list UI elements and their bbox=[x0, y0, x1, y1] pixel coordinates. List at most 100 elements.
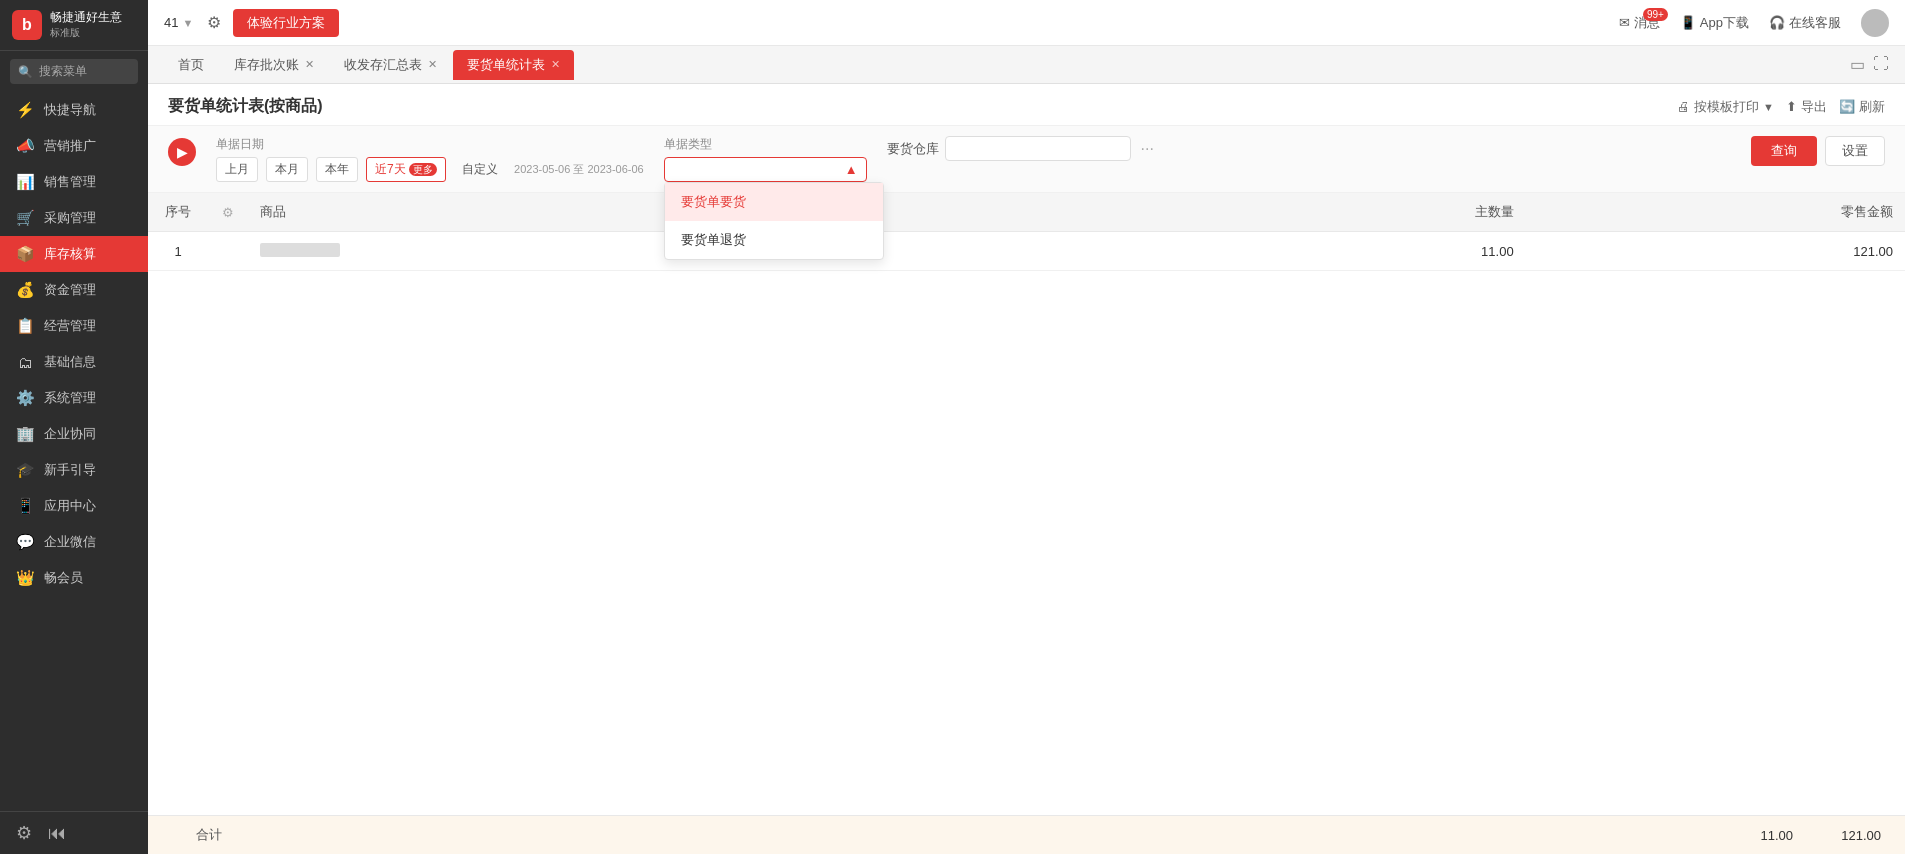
tab-order-close[interactable]: ✕ bbox=[551, 58, 560, 71]
print-label: 按模板打印 bbox=[1694, 98, 1759, 116]
app-download-btn[interactable]: 📱 App下载 bbox=[1680, 14, 1749, 32]
date-btn-cur-month[interactable]: 本月 bbox=[266, 157, 308, 182]
sidebar-item-marketing[interactable]: 📣 营销推广 bbox=[0, 128, 148, 164]
type-filter-input[interactable]: ▲ bbox=[664, 157, 867, 182]
sidebar-item-enterprise[interactable]: 🏢 企业协同 bbox=[0, 416, 148, 452]
wechat-label: 企业微信 bbox=[44, 533, 96, 551]
sidebar-item-system[interactable]: ⚙️ 系统管理 bbox=[0, 380, 148, 416]
member-icon: 👑 bbox=[16, 569, 34, 587]
cell-no: 1 bbox=[148, 232, 208, 271]
col-no: 序号 bbox=[148, 193, 208, 232]
guide-label: 新手引导 bbox=[44, 461, 96, 479]
cell-qty: 11.00 bbox=[1211, 232, 1525, 271]
operations-label: 经营管理 bbox=[44, 317, 96, 335]
print-chevron-down: ▼ bbox=[1763, 101, 1774, 113]
dropdown-item-return[interactable]: 要货单退货 bbox=[665, 221, 883, 259]
tab-home[interactable]: 首页 bbox=[164, 50, 218, 80]
sidebar-item-purchase[interactable]: 🛒 采购管理 bbox=[0, 200, 148, 236]
date-btn-custom[interactable]: 自定义 bbox=[454, 158, 506, 181]
more-filters-btn[interactable]: ··· bbox=[1137, 140, 1158, 158]
page-header: 要货单统计表(按商品) 🖨 按模板打印 ▼ ⬆ 导出 🔄 刷新 bbox=[148, 84, 1905, 126]
sidebar-item-guide[interactable]: 🎓 新手引导 bbox=[0, 452, 148, 488]
type-filter-label: 单据类型 bbox=[664, 136, 867, 153]
sidebar-item-operations[interactable]: 📋 经营管理 bbox=[0, 308, 148, 344]
message-badge: 99+ bbox=[1643, 8, 1668, 21]
table-row: 1 块 11.00 121.00 bbox=[148, 232, 1905, 271]
export-btn[interactable]: ⬆ 导出 bbox=[1786, 98, 1827, 116]
marketing-label: 营销推广 bbox=[44, 137, 96, 155]
type-dropdown: 要货单要货 要货单退货 bbox=[664, 182, 884, 260]
tab-batch-inventory[interactable]: 库存批次账 ✕ bbox=[220, 50, 328, 80]
date-btn-cur-year[interactable]: 本年 bbox=[316, 157, 358, 182]
col-amount: 零售金额 bbox=[1526, 193, 1905, 232]
col-settings-icon[interactable]: ⚙ bbox=[222, 205, 234, 220]
search-icon: 🔍 bbox=[18, 65, 33, 79]
sidebar-item-inventory[interactable]: 📦 库存核算 bbox=[0, 236, 148, 272]
tab-batch-close[interactable]: ✕ bbox=[305, 58, 314, 71]
date-btn-last-month[interactable]: 上月 bbox=[216, 157, 258, 182]
system-label: 系统管理 bbox=[44, 389, 96, 407]
sidebar-item-app-center[interactable]: 📱 应用中心 bbox=[0, 488, 148, 524]
user-avatar[interactable] bbox=[1861, 9, 1889, 37]
sidebar-item-finance[interactable]: 💰 资金管理 bbox=[0, 272, 148, 308]
logo-area: b 畅捷通好生意 标准版 bbox=[0, 0, 148, 51]
gear-icon[interactable]: ⚙ bbox=[207, 13, 221, 32]
settings-icon[interactable]: ⚙ bbox=[16, 822, 32, 844]
sidebar-collapse-btn[interactable]: ⏮ bbox=[48, 823, 66, 844]
footer-amount: 121.00 bbox=[1793, 828, 1893, 843]
promo-button[interactable]: 体验行业方案 bbox=[233, 9, 339, 37]
date-more-badge: 更多 bbox=[409, 163, 437, 176]
online-service-btn[interactable]: 🎧 在线客服 bbox=[1769, 14, 1841, 32]
query-button[interactable]: 查询 bbox=[1751, 136, 1817, 166]
messages-btn[interactable]: ✉ 消息 99+ bbox=[1619, 14, 1660, 32]
sidebar-item-wechat[interactable]: 💬 企业微信 bbox=[0, 524, 148, 560]
topbar-right: ✉ 消息 99+ 📱 App下载 🎧 在线客服 bbox=[1619, 9, 1889, 37]
app-name: 畅捷通好生意 bbox=[50, 10, 122, 26]
tab-order-stats[interactable]: 要货单统计表 ✕ bbox=[453, 50, 574, 80]
filter-expand-btn[interactable]: ▶ bbox=[168, 138, 196, 166]
purchase-icon: 🛒 bbox=[16, 209, 34, 227]
tab-collect-summary[interactable]: 收发存汇总表 ✕ bbox=[330, 50, 451, 80]
tab-collect-close[interactable]: ✕ bbox=[428, 58, 437, 71]
sidebar-item-member[interactable]: 👑 畅会员 bbox=[0, 560, 148, 596]
set-button[interactable]: 设置 bbox=[1825, 136, 1885, 166]
logo-icon: b bbox=[12, 10, 42, 40]
print-icon: 🖨 bbox=[1677, 99, 1690, 114]
warehouse-label: 要货仓库 bbox=[887, 140, 939, 158]
cell-amount: 121.00 bbox=[1526, 232, 1905, 271]
type-input-field[interactable] bbox=[673, 162, 841, 177]
table-header-row: 序号 ⚙ 商品 主计量单位 主数量 bbox=[148, 193, 1905, 232]
sidebar-item-base[interactable]: 🗂 基础信息 bbox=[0, 344, 148, 380]
page-header-actions: 🖨 按模板打印 ▼ ⬆ 导出 🔄 刷新 bbox=[1677, 98, 1885, 116]
store-selector[interactable]: 41 ▼ bbox=[164, 15, 193, 30]
operations-icon: 📋 bbox=[16, 317, 34, 335]
inventory-label: 库存核算 bbox=[44, 245, 96, 263]
member-label: 畅会员 bbox=[44, 569, 83, 587]
footer-label: 合计 bbox=[196, 826, 222, 844]
type-chevron-up-icon: ▲ bbox=[845, 162, 858, 177]
tab-minus-icon[interactable]: ▭ bbox=[1850, 55, 1865, 74]
export-icon: ⬆ bbox=[1786, 99, 1797, 114]
refresh-btn[interactable]: 🔄 刷新 bbox=[1839, 98, 1885, 116]
col-amount-label: 零售金额 bbox=[1841, 204, 1893, 219]
sidebar-item-sales[interactable]: 📊 销售管理 bbox=[0, 164, 148, 200]
sidebar-search[interactable]: 🔍 搜索菜单 bbox=[10, 59, 138, 84]
system-icon: ⚙️ bbox=[16, 389, 34, 407]
sidebar: b 畅捷通好生意 标准版 🔍 搜索菜单 ⚡ 快捷导航 📣 营销推广 📊 销售管理… bbox=[0, 0, 148, 854]
col-settings: ⚙ bbox=[208, 193, 248, 232]
dropdown-item-order[interactable]: 要货单要货 bbox=[665, 183, 883, 221]
sidebar-item-quick-nav[interactable]: ⚡ 快捷导航 bbox=[0, 92, 148, 128]
warehouse-input[interactable] bbox=[945, 136, 1131, 161]
print-template-btn[interactable]: 🖨 按模板打印 ▼ bbox=[1677, 98, 1774, 116]
service-label: 在线客服 bbox=[1789, 14, 1841, 32]
sales-icon: 📊 bbox=[16, 173, 34, 191]
tab-batch-label: 库存批次账 bbox=[234, 56, 299, 74]
data-table: 序号 ⚙ 商品 主计量单位 主数量 bbox=[148, 193, 1905, 271]
date-range-display: 2023-05-06 至 2023-06-06 bbox=[514, 162, 644, 177]
finance-label: 资金管理 bbox=[44, 281, 96, 299]
tab-collect-label: 收发存汇总表 bbox=[344, 56, 422, 74]
date-btn-7days[interactable]: 近7天 更多 bbox=[366, 157, 446, 182]
tab-expand-icon[interactable]: ⛶ bbox=[1873, 55, 1889, 74]
store-name: 41 bbox=[164, 15, 178, 30]
export-label: 导出 bbox=[1801, 98, 1827, 116]
